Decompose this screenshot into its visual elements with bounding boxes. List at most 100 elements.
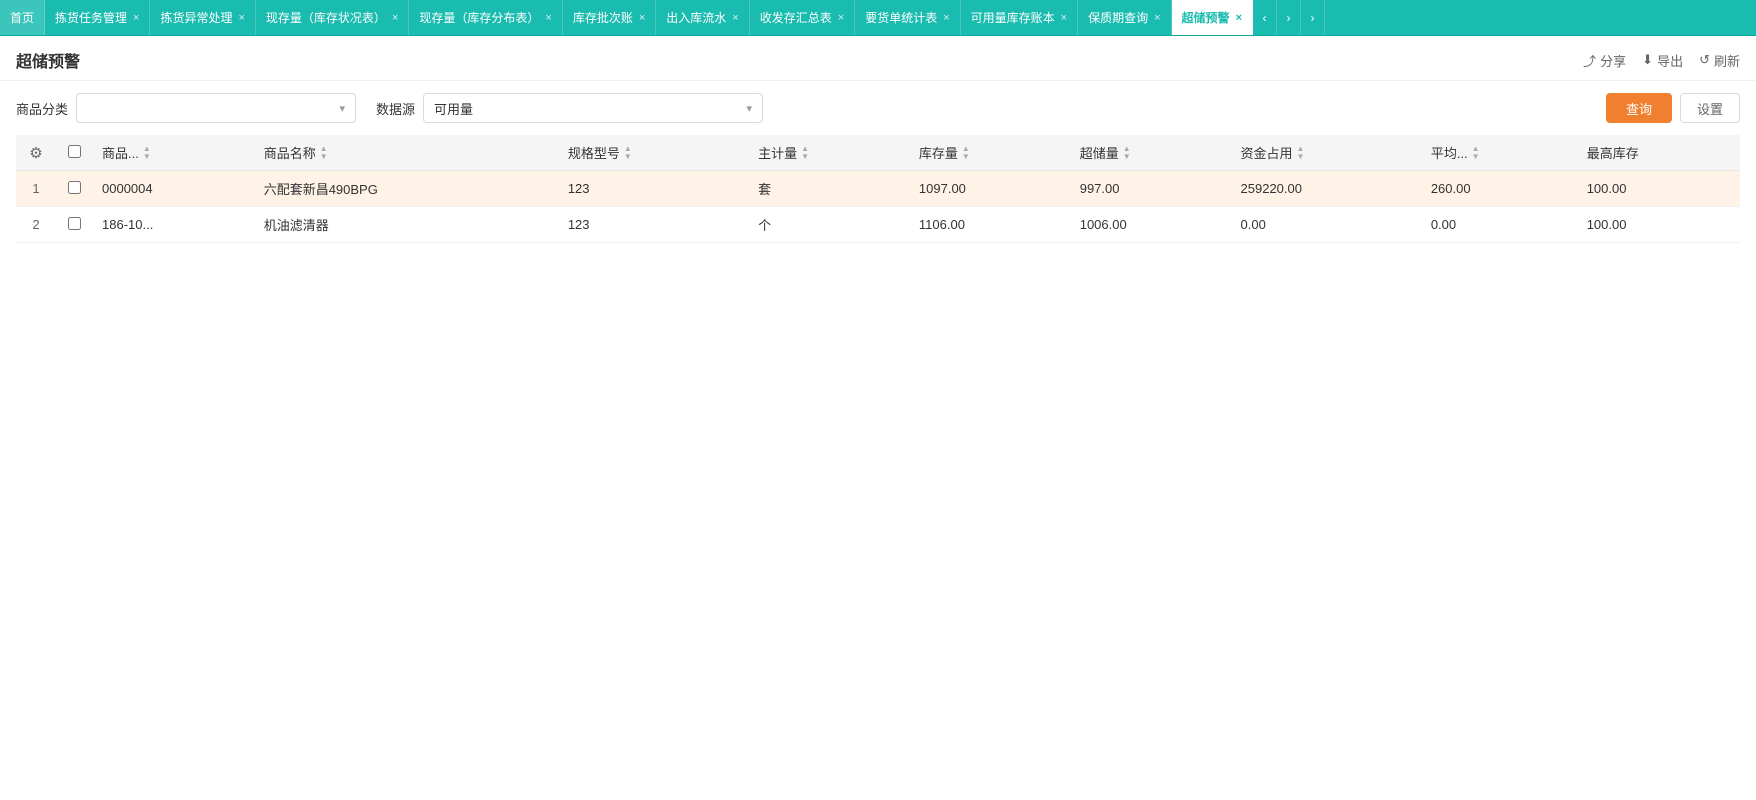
product-code-cell: 0000004 — [92, 171, 254, 207]
nav-tab-stock-dist[interactable]: 现存量（库存分布表） × — [409, 0, 562, 36]
category-label: 商品分类 — [16, 99, 68, 118]
product-code-cell: 186-10... — [92, 207, 254, 243]
stock-col-header[interactable]: 库存量 ▲▼ — [909, 135, 1070, 171]
row-checkbox[interactable] — [68, 217, 81, 230]
unit-col-header[interactable]: 主计量 ▲▼ — [748, 135, 909, 171]
nav-tab-inout-flow[interactable]: 出入库流水 × — [656, 0, 749, 36]
max-stock-cell: 100.00 — [1577, 171, 1740, 207]
capital-cell: 0.00 — [1231, 207, 1421, 243]
nav-tab-overstock-warning[interactable]: 超储预警 × — [1172, 0, 1253, 36]
export-label: 导出 — [1657, 51, 1683, 70]
gear-icon[interactable]: ⚙ — [29, 145, 42, 162]
settings-button[interactable]: 设置 — [1680, 93, 1740, 123]
available-account-label: 可用量库存账本 — [971, 9, 1055, 26]
row-checkbox[interactable] — [68, 181, 81, 194]
row-checkbox-cell — [56, 207, 92, 243]
unit-cell: 个 — [748, 207, 909, 243]
category-select[interactable]: ▾ — [76, 93, 356, 123]
category-filter: 商品分类 ▾ — [16, 93, 356, 123]
nav-tab-abnormal[interactable]: 拣货异常处理 × — [150, 0, 255, 36]
header-actions: ⤴ 分享 ⬇ 导出 ↺ 刷新 — [1583, 51, 1740, 70]
sort-arrows: ▲▼ — [1472, 145, 1480, 161]
inout-flow-label: 出入库流水 — [666, 9, 726, 26]
export-button[interactable]: ⬇ 导出 — [1642, 51, 1683, 70]
spec-col-header[interactable]: 规格型号 ▲▼ — [558, 135, 748, 171]
unit-cell: 套 — [748, 171, 909, 207]
filter-buttons: 查询 设置 — [1606, 93, 1740, 123]
sort-arrows: ▲▼ — [1297, 145, 1305, 161]
datasource-label: 数据源 — [376, 99, 415, 118]
close-icon[interactable]: × — [133, 12, 139, 24]
select-all-checkbox[interactable] — [68, 145, 81, 158]
order-stats-label: 要货单统计表 — [865, 9, 937, 26]
close-icon[interactable]: × — [545, 12, 551, 24]
datasource-value: 可用量 — [434, 99, 473, 118]
avg-col-header[interactable]: 平均... ▲▼ — [1421, 135, 1577, 171]
product-name-col-header[interactable]: 商品名称 ▲▼ — [254, 135, 558, 171]
sort-arrows: ▲▼ — [320, 145, 328, 161]
max-stock-col-header[interactable]: 最高库存 — [1577, 135, 1740, 171]
share-button[interactable]: ⤴ 分享 — [1583, 51, 1626, 70]
nav-next-arrow[interactable]: › — [1277, 0, 1301, 36]
row-index: 2 — [16, 207, 56, 243]
spec-cell: 123 — [558, 207, 748, 243]
overstock-cell: 1006.00 — [1070, 207, 1231, 243]
table-container: ⚙ 商品... ▲▼ 商品名称 ▲▼ — [0, 135, 1756, 259]
nav-prev-arrow[interactable]: ‹ — [1253, 0, 1277, 36]
settings-col-header: ⚙ — [16, 135, 56, 171]
data-table: ⚙ 商品... ▲▼ 商品名称 ▲▼ — [16, 135, 1740, 243]
capital-col-header[interactable]: 资金占用 ▲▼ — [1231, 135, 1421, 171]
table-row: 1 0000004 六配套新昌490BPG 123 套 1097.00 997.… — [16, 171, 1740, 207]
overstock-col-header[interactable]: 超储量 ▲▼ — [1070, 135, 1231, 171]
chevron-down-icon: ▾ — [747, 102, 753, 115]
close-icon[interactable]: × — [732, 12, 738, 24]
close-icon[interactable]: × — [1154, 12, 1160, 24]
datasource-select[interactable]: 可用量 ▾ — [423, 93, 763, 123]
close-icon[interactable]: × — [943, 12, 949, 24]
avg-cell: 0.00 — [1421, 207, 1577, 243]
datasource-filter: 数据源 可用量 ▾ — [376, 93, 763, 123]
refresh-icon: ↺ — [1699, 52, 1710, 68]
close-icon[interactable]: × — [639, 12, 645, 24]
product-code-col-header[interactable]: 商品... ▲▼ — [92, 135, 254, 171]
task-mgmt-label: 拣货任务管理 — [55, 9, 127, 26]
close-icon[interactable]: × — [1236, 12, 1242, 24]
nav-tab-order-stats[interactable]: 要货单统计表 × — [855, 0, 960, 36]
close-icon[interactable]: × — [238, 12, 244, 24]
quality-check-label: 保质期查询 — [1088, 9, 1148, 26]
nav-tab-quality-check[interactable]: 保质期查询 × — [1078, 0, 1171, 36]
home-label: 首页 — [10, 9, 34, 26]
nav-tab-available-account[interactable]: 可用量库存账本 × — [961, 0, 1078, 36]
nav-tab-batch-account[interactable]: 库存批次账 × — [563, 0, 656, 36]
top-nav: 首页 拣货任务管理 × 拣货异常处理 × 现存量（库存状况表） × 现存量（库存… — [0, 0, 1756, 36]
product-name-cell: 六配套新昌490BPG — [254, 171, 558, 207]
sort-arrows: ▲▼ — [143, 145, 151, 161]
sort-arrows: ▲▼ — [1123, 145, 1131, 161]
abnormal-label: 拣货异常处理 — [160, 9, 232, 26]
close-icon[interactable]: × — [838, 12, 844, 24]
collect-summary-label: 收发存汇总表 — [760, 9, 832, 26]
share-label: 分享 — [1600, 51, 1626, 70]
capital-cell: 259220.00 — [1231, 171, 1421, 207]
batch-account-label: 库存批次账 — [573, 9, 633, 26]
nav-more-arrow[interactable]: › — [1301, 0, 1325, 36]
close-icon[interactable]: × — [392, 12, 398, 24]
table-row: 2 186-10... 机油滤清器 123 个 1106.00 1006.00 … — [16, 207, 1740, 243]
nav-tab-task-mgmt[interactable]: 拣货任务管理 × — [45, 0, 150, 36]
nav-tab-collect-summary[interactable]: 收发存汇总表 × — [750, 0, 855, 36]
stock-dist-label: 现存量（库存分布表） — [419, 9, 539, 26]
row-index: 1 — [16, 171, 56, 207]
page-container: 超储预警 ⤴ 分享 ⬇ 导出 ↺ 刷新 商品分类 ▾ 数据源 — [0, 36, 1756, 800]
close-icon[interactable]: × — [1061, 12, 1067, 24]
sort-arrows: ▲▼ — [624, 145, 632, 161]
max-stock-cell: 100.00 — [1577, 207, 1740, 243]
nav-tab-stock-status[interactable]: 现存量（库存状况表） × — [256, 0, 409, 36]
refresh-button[interactable]: ↺ 刷新 — [1699, 51, 1740, 70]
product-name-cell: 机油滤清器 — [254, 207, 558, 243]
avg-cell: 260.00 — [1421, 171, 1577, 207]
nav-tab-home[interactable]: 首页 — [0, 0, 45, 36]
overstock-warning-label: 超储预警 — [1182, 9, 1230, 26]
stock-status-label: 现存量（库存状况表） — [266, 9, 386, 26]
query-button[interactable]: 查询 — [1606, 93, 1672, 123]
export-icon: ⬇ — [1642, 52, 1653, 68]
